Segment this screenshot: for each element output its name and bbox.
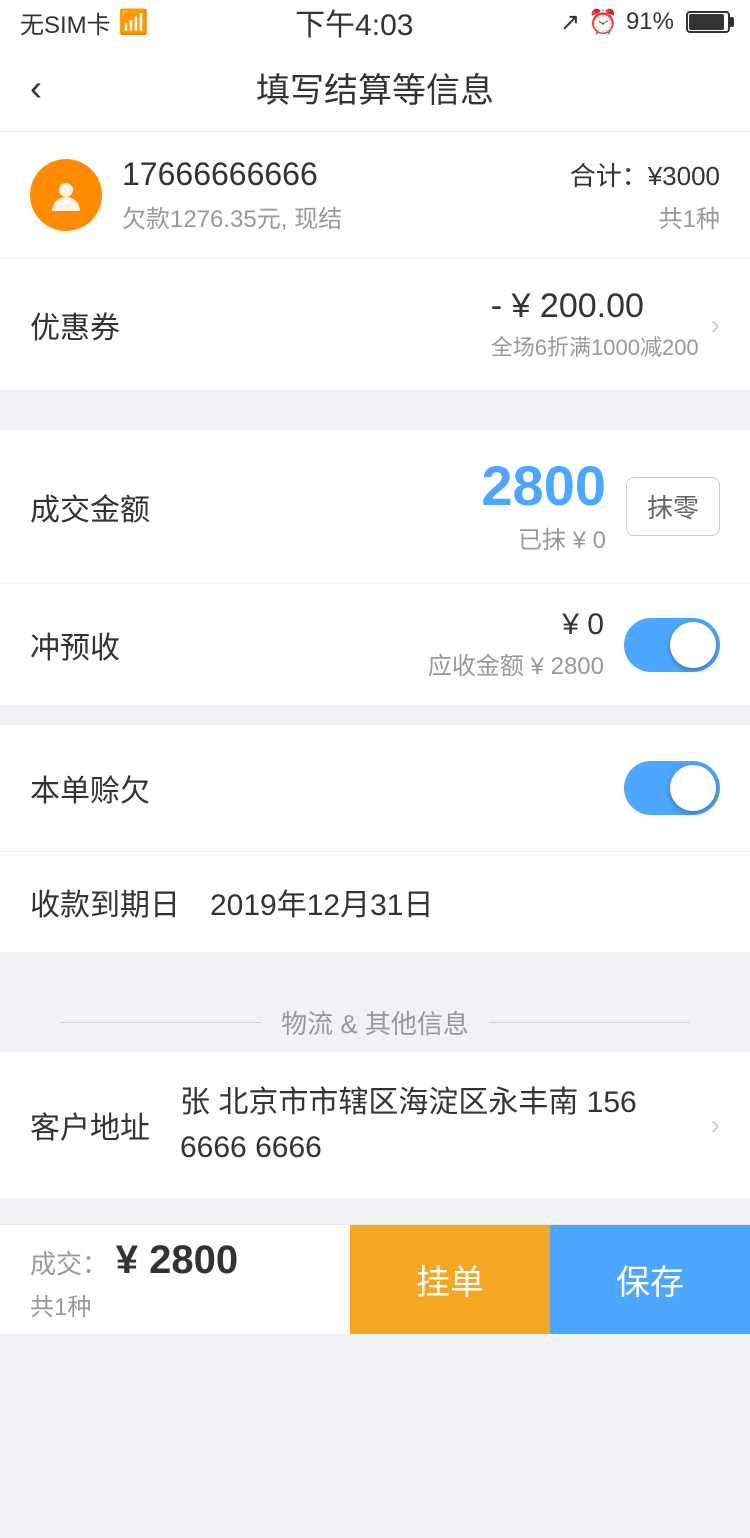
address-label: 客户地址 bbox=[30, 1103, 150, 1147]
bottom-bar: 成交： ¥ 2800 共1种 挂单 保存 bbox=[0, 1224, 750, 1334]
separator-1 bbox=[0, 410, 750, 430]
prereceive-amount: ¥ 0 应收金额 ¥ 2800 bbox=[428, 608, 604, 681]
duedate-row: 收款到期日 2019年12月31日 bbox=[0, 851, 750, 952]
coupon-label: 优惠券 bbox=[30, 303, 120, 347]
duedate-label: 收款到期日 bbox=[30, 880, 180, 924]
bottom-deal-count: 共1种 bbox=[30, 1287, 320, 1322]
nav-bar: ‹ 填写结算等信息 bbox=[0, 44, 750, 132]
save-button[interactable]: 保存 bbox=[550, 1225, 750, 1334]
debt-label: 本单赊欠 bbox=[30, 766, 150, 810]
bottom-deal-label: 成交： bbox=[30, 1249, 108, 1279]
coupon-desc: 全场6折满1000减200 bbox=[491, 330, 699, 362]
amount-value: 2800 bbox=[481, 458, 606, 514]
total-count: 共1种 bbox=[570, 199, 720, 234]
customer-debt: 欠款1276.35元, 现结 bbox=[122, 199, 342, 234]
coupon-discount: - ¥ 200.00 bbox=[491, 287, 699, 326]
bottom-deal-amount: ¥ 2800 bbox=[116, 1238, 238, 1282]
coupon-right: - ¥ 200.00 全场6折满1000减200 › bbox=[491, 287, 720, 362]
status-bar: 无SIM卡 📶 下午4:03 ↗ ⏰ 91% bbox=[0, 0, 750, 44]
prereceive-sub: 应收金额 ¥ 2800 bbox=[428, 646, 604, 681]
address-row[interactable]: 客户地址 张 北京市市辖区海淀区永丰南 156 6666 6666 › bbox=[0, 1052, 750, 1198]
customer-phone: 17666666666 bbox=[122, 156, 342, 193]
prereceive-label: 冲预收 bbox=[30, 623, 120, 667]
prereceive-value: ¥ 0 bbox=[428, 608, 604, 642]
location-icon: ↗ bbox=[560, 8, 580, 37]
debt-toggle[interactable] bbox=[624, 761, 720, 815]
coupon-row[interactable]: 优惠券 - ¥ 200.00 全场6折满1000减200 › bbox=[0, 258, 750, 390]
address-section: 客户地址 张 北京市市辖区海淀区永丰南 156 6666 6666 › bbox=[0, 1052, 750, 1198]
amount-row: 成交金额 2800 已抹 ¥ 0 抹零 bbox=[0, 430, 750, 583]
status-left: 无SIM卡 📶 bbox=[20, 5, 149, 40]
chevron-right-icon: › bbox=[711, 309, 720, 341]
customer-section: 17666666666 欠款1276.35元, 现结 合计：¥3000 共1种 … bbox=[0, 132, 750, 390]
total-label: 合计：¥3000 bbox=[570, 156, 720, 193]
debt-row: 本单赊欠 bbox=[0, 725, 750, 851]
bottom-summary: 成交： ¥ 2800 共1种 bbox=[0, 1238, 350, 1322]
status-time: 下午4:03 bbox=[295, 0, 413, 44]
prereceive-toggle[interactable] bbox=[624, 618, 720, 672]
prereceive-row: 冲预收 ¥ 0 应收金额 ¥ 2800 bbox=[0, 583, 750, 705]
logistics-text: 物流 & 其他信息 bbox=[261, 1004, 489, 1041]
back-button[interactable]: ‹ bbox=[30, 67, 42, 109]
duedate-value: 2019年12月31日 bbox=[210, 880, 433, 924]
amount-sub: 已抹 ¥ 0 bbox=[481, 520, 606, 555]
battery-percent: 91% bbox=[626, 8, 674, 36]
status-right: ↗ ⏰ 91% bbox=[560, 8, 730, 37]
bottom-actions: 挂单 保存 bbox=[350, 1225, 750, 1334]
round-zero-button[interactable]: 抹零 bbox=[626, 477, 720, 536]
logistics-divider: 物流 & 其他信息 bbox=[0, 992, 750, 1052]
carrier-text: 无SIM卡 bbox=[20, 5, 111, 40]
customer-row: 17666666666 欠款1276.35元, 现结 合计：¥3000 共1种 bbox=[0, 132, 750, 258]
page-title: 填写结算等信息 bbox=[256, 63, 494, 112]
address-value: 张 北京市市辖区海淀区永丰南 156 6666 6666 bbox=[180, 1080, 711, 1170]
customer-info: 17666666666 欠款1276.35元, 现结 bbox=[122, 156, 342, 234]
debt-toggle-knob bbox=[670, 765, 716, 811]
avatar bbox=[30, 159, 102, 231]
hang-button[interactable]: 挂单 bbox=[350, 1225, 550, 1334]
separator-2 bbox=[0, 705, 750, 725]
customer-total: 合计：¥3000 共1种 bbox=[570, 156, 720, 234]
toggle-knob bbox=[670, 622, 716, 668]
address-chevron-icon: › bbox=[711, 1109, 720, 1141]
debt-section: 本单赊欠 收款到期日 2019年12月31日 bbox=[0, 725, 750, 952]
alarm-icon: ⏰ bbox=[588, 8, 618, 37]
battery-icon bbox=[686, 11, 730, 33]
wifi-icon: 📶 bbox=[119, 8, 149, 37]
amount-label: 成交金额 bbox=[30, 485, 150, 529]
separator-3 bbox=[0, 972, 750, 992]
amount-section: 成交金额 2800 已抹 ¥ 0 抹零 冲预收 ¥ 0 应收金额 ¥ 2800 bbox=[0, 430, 750, 705]
